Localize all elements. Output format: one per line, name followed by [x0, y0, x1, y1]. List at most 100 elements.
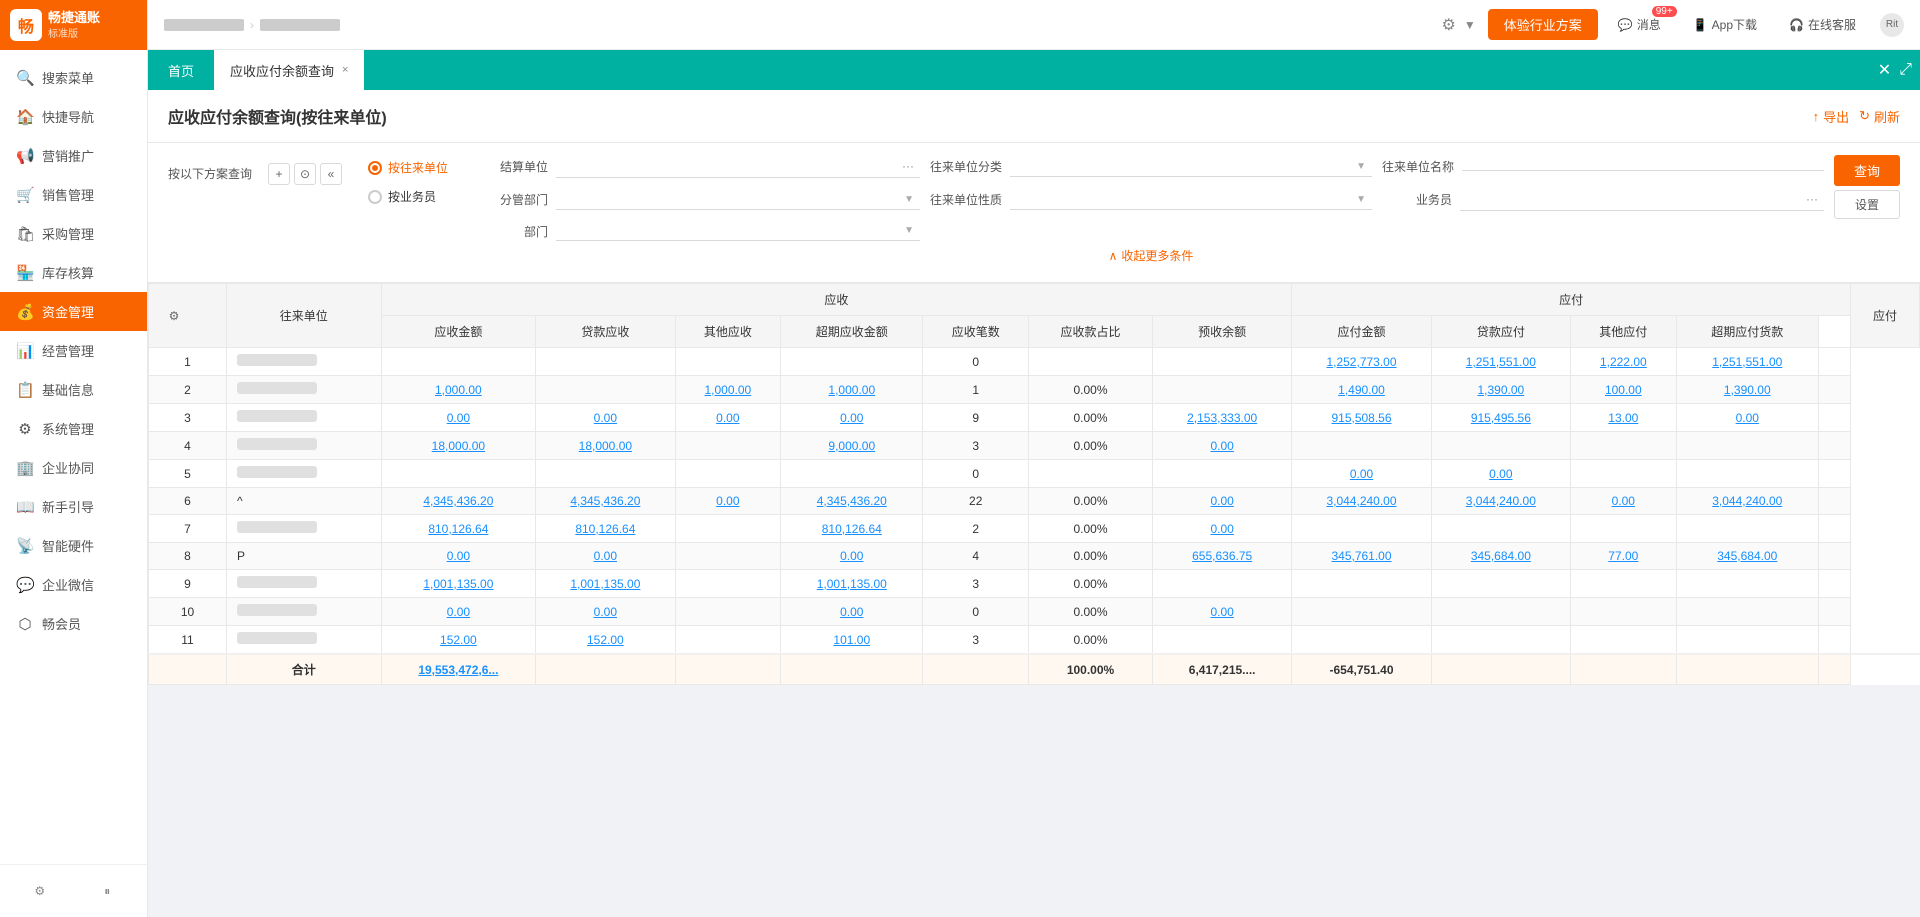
branch-dept-label: 部门 — [478, 223, 548, 240]
sidebar: 畅 畅捷通账 标准版 🔍搜索菜单🏠快捷导航📢营销推广🛒销售管理🛍采购管理🏪库存核… — [0, 0, 148, 917]
scheme-list: 按往来单位 按业务员 — [358, 155, 458, 209]
sidebar-item-basic-info[interactable]: 📋基础信息 — [0, 370, 147, 409]
sidebar-item-finance[interactable]: 💰资金管理 — [0, 292, 147, 331]
messages-button[interactable]: 💬 消息 99+ — [1610, 12, 1669, 37]
tab-right-actions: ✕ ⤢ — [1878, 60, 1920, 80]
export-button[interactable]: ↑ 导出 — [1813, 107, 1850, 126]
topbar-icons: ⚙ ▼ — [1442, 15, 1476, 35]
sidebar-label-finance: 资金管理 — [42, 302, 94, 321]
solution-button[interactable]: 体验行业方案 — [1488, 9, 1598, 40]
chevron-down-icon[interactable]: ▼ — [1464, 18, 1476, 32]
dept-select[interactable]: ▼ — [556, 190, 920, 210]
salesman-input[interactable]: ··· — [1460, 188, 1824, 211]
filter-row-branch-dept: 部门 ▼ — [478, 221, 920, 241]
col-settings[interactable]: ⚙ — [149, 284, 227, 348]
setting-button[interactable]: 设置 — [1834, 190, 1900, 219]
sidebar-nav: 🔍搜索菜单 🏠 快捷导航 📢营销推广🛒销售管理🛍采购管理🏪库存核算💰资金管理📊经营管理… — [0, 50, 147, 864]
logo-text: 畅捷通账 — [48, 10, 100, 26]
settlement-label: 结算单位 — [478, 158, 548, 175]
breadcrumb-blurred — [164, 19, 244, 31]
sidebar-item-search-menu[interactable]: 🔍搜索菜单 — [0, 58, 147, 97]
sidebar-label-quick-nav: 快捷导航 — [42, 107, 94, 126]
export-icon: ↑ — [1813, 109, 1820, 124]
enterprise-icon: 🏢 — [16, 459, 34, 477]
collapse-scheme-btn[interactable]: « — [320, 163, 342, 185]
wechat-icon: 💬 — [16, 576, 34, 594]
add-scheme-btn[interactable]: + — [268, 163, 290, 185]
user-avatar[interactable]: Rit — [1880, 13, 1904, 37]
purchase-icon: 🛍 — [16, 225, 34, 243]
filter-grid: 结算单位 ··· 往来单位分类 ▼ — [478, 155, 1824, 241]
branch-dept-select[interactable]: ▼ — [556, 221, 920, 241]
scheme-label-salesman: 按业务员 — [388, 188, 436, 205]
sidebar-item-purchase[interactable]: 🛍采购管理 — [0, 214, 147, 253]
filter-buttons: 查询 设置 — [1824, 155, 1900, 219]
col-overdue-receivable: 超期应收金额 — [781, 316, 923, 348]
system-icon: ⚙ — [16, 420, 34, 438]
refresh-icon: ↻ — [1859, 108, 1870, 124]
footer-receivable-total: 19,553,472,6... — [381, 654, 536, 685]
sidebar-collapse-btn[interactable]: ⏸ — [78, 875, 138, 907]
dept-label: 分管部门 — [478, 191, 548, 208]
logo-sub: 标准版 — [48, 25, 100, 40]
col-counterpart: 往来单位 — [227, 284, 382, 348]
online-service-button[interactable]: 🎧 在线客服 — [1781, 12, 1864, 37]
footer-ratio-total: 100.00% — [1029, 654, 1153, 685]
footer-payable-total: -654,751.40 — [1292, 654, 1431, 685]
tabbar: 首页 应收应付余额查询 × ✕ ⤢ — [148, 50, 1920, 90]
name-input[interactable] — [1462, 162, 1824, 171]
table-row: 11152.00152.00101.0030.00% — [149, 626, 1920, 655]
category-select[interactable]: ▼ — [1010, 157, 1372, 177]
sidebar-item-member[interactable]: ⬡畅会员 — [0, 604, 147, 643]
app-download-button[interactable]: 📱 App下载 — [1685, 12, 1765, 37]
settlement-input[interactable]: ··· — [556, 155, 920, 178]
sidebar-label-marketing: 营销推广 — [42, 146, 94, 165]
page-title: 应收应付余额查询(按往来单位) — [168, 104, 387, 128]
sidebar-item-system[interactable]: ⚙系统管理 — [0, 409, 147, 448]
tab-receivable[interactable]: 应收应付余额查询 × — [214, 50, 364, 90]
scheme-item-salesman[interactable]: 按业务员 — [358, 184, 458, 209]
basic-info-icon: 📋 — [16, 381, 34, 399]
query-button[interactable]: 查询 — [1834, 155, 1900, 186]
footer-label: 合计 — [227, 654, 382, 685]
sidebar-label-wechat: 企业微信 — [42, 575, 94, 594]
sidebar-item-marketing[interactable]: 📢营销推广 — [0, 136, 147, 175]
edit-scheme-btn[interactable]: ⊙ — [294, 163, 316, 185]
tab-close-window-icon[interactable]: ✕ — [1878, 60, 1891, 80]
filter-row-nature: 往来单位性质 ▼ — [930, 188, 1372, 211]
sidebar-item-guide[interactable]: 📖新手引导 — [0, 487, 147, 526]
sidebar-item-inventory[interactable]: 🏪库存核算 — [0, 253, 147, 292]
sidebar-item-sales[interactable]: 🛒销售管理 — [0, 175, 147, 214]
col-payable-suffix: 应付 — [1851, 284, 1920, 348]
tab-close-icon[interactable]: × — [342, 64, 348, 76]
quick-nav-icon: 🏠 — [16, 108, 34, 126]
sidebar-settings-btn[interactable]: ⚙ — [10, 875, 70, 907]
nature-select[interactable]: ▼ — [1010, 190, 1372, 210]
chevron-up-icon: ∧ — [1109, 249, 1118, 263]
tab-home[interactable]: 首页 — [148, 50, 214, 90]
settings-icon[interactable]: ⚙ — [1442, 15, 1456, 35]
breadcrumb-blurred-2 — [260, 19, 340, 31]
filter-grid-wrap: 结算单位 ··· 往来单位分类 ▼ — [478, 155, 1824, 270]
sidebar-label-member: 畅会员 — [42, 614, 81, 633]
table-row: 7810,126.64810,126.64810,126.6420.00%0.0… — [149, 515, 1920, 543]
scheme-item-counterpart[interactable]: 按往来单位 — [358, 155, 458, 180]
tab-maximize-icon[interactable]: ⤢ — [1899, 61, 1912, 79]
refresh-button[interactable]: ↻ 刷新 — [1859, 107, 1900, 126]
main-area: › ⚙ ▼ 体验行业方案 💬 消息 99+ 📱 App下载 🎧 — [148, 0, 1920, 917]
hardware-icon: 📡 — [16, 537, 34, 555]
download-icon: 📱 — [1693, 18, 1708, 32]
sidebar-item-operation[interactable]: 📊经营管理 — [0, 331, 147, 370]
guide-icon: 📖 — [16, 498, 34, 516]
inventory-icon: 🏪 — [16, 264, 34, 282]
sidebar-item-quick-nav[interactable]: 🏠 快捷导航 — [0, 97, 147, 136]
filter-schemes-row: 按以下方案查询 + ⊙ « 按往来单位 — [168, 155, 1900, 270]
sidebar-item-enterprise[interactable]: 🏢企业协同 — [0, 448, 147, 487]
col-overdue-payable: 超期应付货款 — [1676, 316, 1818, 348]
filter-row-category: 往来单位分类 ▼ — [930, 155, 1372, 178]
table-row: 8P0.000.000.0040.00%655,636.75345,761.00… — [149, 543, 1920, 570]
collapse-bar[interactable]: ∧ 收起更多条件 — [478, 241, 1824, 270]
service-icon: 🎧 — [1789, 18, 1804, 32]
sidebar-item-wechat[interactable]: 💬 企业微信 — [0, 565, 147, 604]
sidebar-item-hardware[interactable]: 📡智能硬件 — [0, 526, 147, 565]
